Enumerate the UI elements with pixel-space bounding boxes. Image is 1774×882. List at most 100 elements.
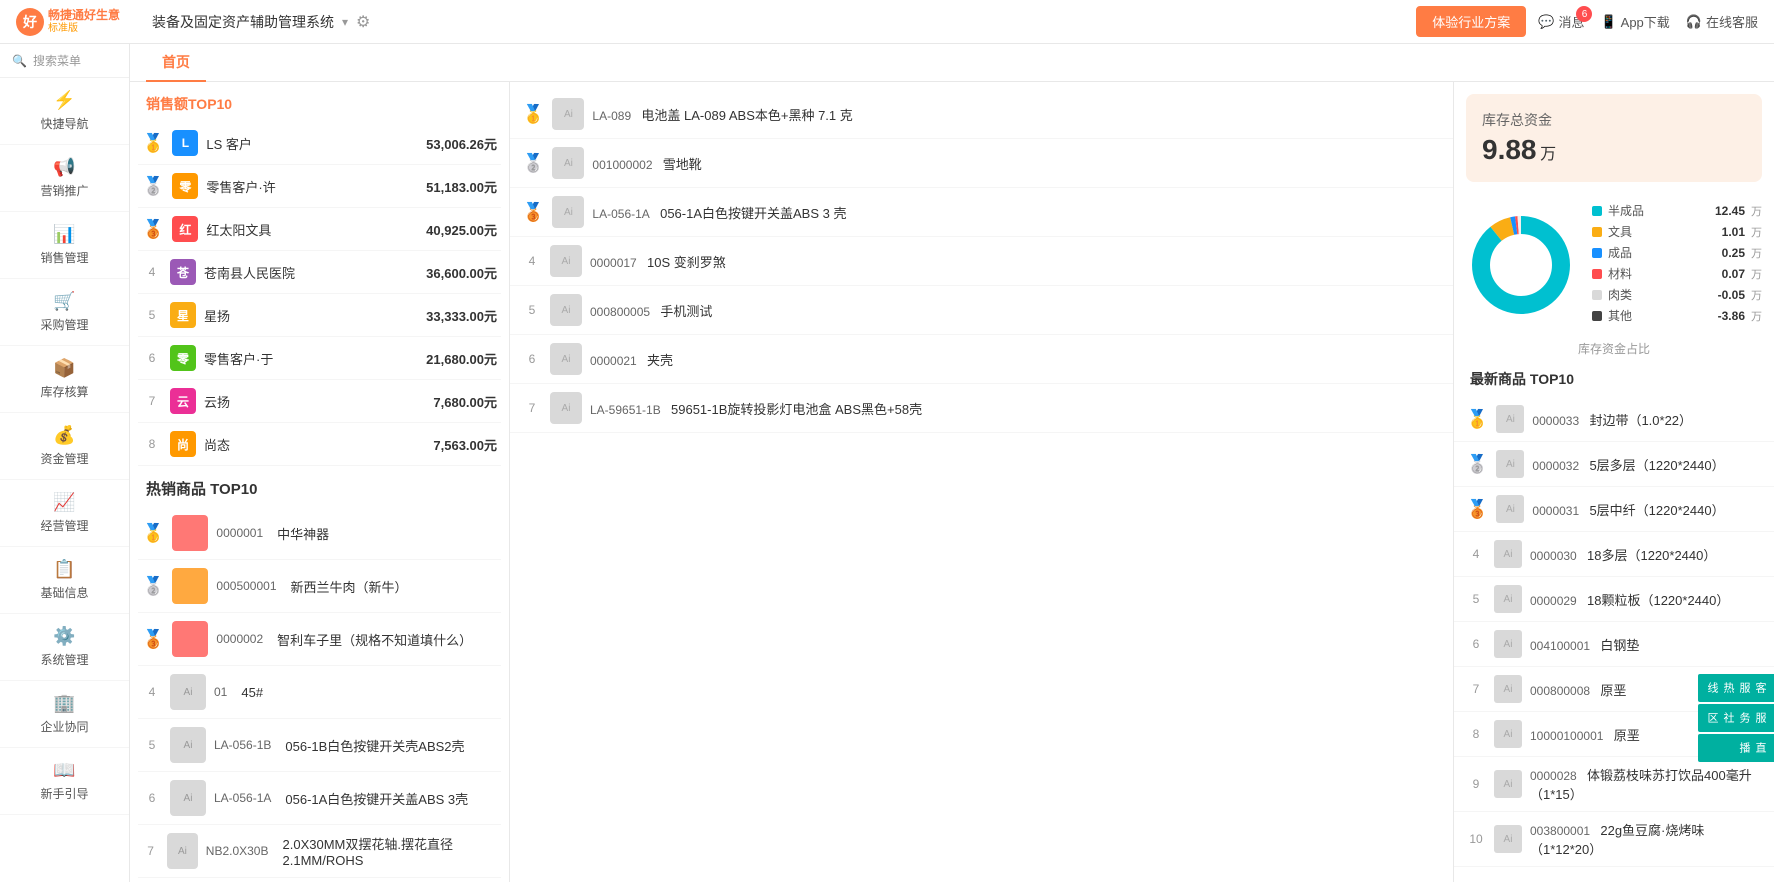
product-code: 0000029 (1530, 594, 1583, 608)
hot-product-item: 🥉 0000002 智利车子里（规格不知道填什么） (138, 613, 501, 666)
medal-icon: 🥉 (522, 202, 544, 223)
product-info: LA-056-1A 056-1A白色按键开关盖ABS 3 壳 (592, 203, 1441, 222)
product-name: 白钢垫 (1600, 638, 1639, 653)
product-code: 01 (214, 685, 227, 699)
inventory-label: 库存核算 (40, 383, 88, 400)
medal-icon: 🥇 (142, 523, 164, 544)
hot-products-header: 热销商品 TOP10 (130, 466, 509, 507)
customer-name: LS 客户 (206, 134, 418, 153)
product-code: LA-056-1B (214, 738, 271, 752)
app-download-button[interactable]: 📱 App下载 (1600, 12, 1669, 31)
product-name: 手机测试 (660, 304, 712, 319)
product-name: 新西兰牛肉（新牛） (291, 577, 408, 596)
customer-rank: 4 (142, 265, 162, 279)
product-name: 45# (241, 685, 263, 700)
sidebar-item-system[interactable]: ⚙️ 系统管理 (0, 614, 129, 681)
product-code: LA-056-1A (592, 207, 656, 221)
corp-label: 企业协同 (40, 718, 88, 735)
live-stream-button[interactable]: 直播 (1698, 734, 1774, 762)
sidebar-item-marketing[interactable]: 📢 营销推广 (0, 145, 129, 212)
top-sale-item: 6 Ai 0000021 夹壳 (510, 335, 1453, 384)
medal-icon: 🥇 (522, 104, 544, 125)
legend-value: 0.07 (1722, 267, 1745, 281)
product-name: 10S 变刹罗煞 (647, 255, 726, 270)
legend-label: 材料 (1608, 265, 1716, 282)
system-name: 装备及固定资产辅助管理系统 (152, 12, 334, 32)
product-info: 001000002 雪地靴 (592, 154, 1441, 173)
trial-button[interactable]: 体验行业方案 (1416, 6, 1526, 37)
product-code: 004100001 (1530, 639, 1597, 653)
product-rank: 4 (522, 254, 542, 268)
sidebar-item-quick-nav[interactable]: ⚡ 快捷导航 (0, 78, 129, 145)
system-arrow-icon[interactable]: ▾ (342, 15, 348, 29)
sidebar-item-corp[interactable]: 🏢 企业协同 (0, 681, 129, 748)
product-code: 0000033 (1532, 414, 1585, 428)
product-info: 0000029 18颗粒板（1220*2440） (1530, 590, 1762, 609)
customer-rank: 7 (142, 394, 162, 408)
product-code: 000800005 (590, 305, 657, 319)
product-image: Ai (1494, 675, 1522, 703)
product-image-placeholder: Ai (167, 833, 198, 869)
product-info: 0000030 18多层（1220*2440） (1530, 545, 1762, 564)
sidebar-item-purchase[interactable]: 🛒 采购管理 (0, 279, 129, 346)
sidebar-item-basic[interactable]: 📋 基础信息 (0, 547, 129, 614)
legend-item: 半成品 12.45 万 (1592, 202, 1762, 219)
inventory-card: 库存总资金 9.88 万 (1466, 94, 1762, 182)
top-sale-item: 🥇 Ai LA-089 电池盖 LA-089 ABS本色+黑种 7.1 克 (510, 90, 1453, 139)
customer-item: 4 苍 苍南县人民医院 36,600.00元 (138, 251, 501, 294)
app-label: App下载 (1621, 12, 1670, 31)
customer-amount: 40,925.00元 (426, 220, 497, 239)
gear-icon[interactable]: ⚙ (356, 12, 370, 32)
product-name: 中华神器 (277, 524, 329, 543)
hot-product-item: 🥈 000500001 新西兰牛肉（新牛） (138, 560, 501, 613)
basic-label: 基础信息 (40, 584, 88, 601)
sidebar-item-guide[interactable]: 📖 新手引导 (0, 748, 129, 815)
product-name: 封边带（1.0*22） (1589, 413, 1692, 428)
product-image: Ai (550, 392, 582, 424)
sidebar-item-finance[interactable]: 💰 资金管理 (0, 413, 129, 480)
hot-product-item: 7 Ai NB2.0X30B 2.0X30MM双摆花轴.摆花直径2.1MM/RO… (138, 825, 501, 878)
product-rank: 7 (1466, 682, 1486, 696)
customer-service-hotline-button[interactable]: 客服热线 (1698, 674, 1774, 702)
quick-nav-label: 快捷导航 (40, 115, 88, 132)
customer-item: 7 云 云扬 7,680.00元 (138, 380, 501, 423)
medal-icon: 🥈 (1466, 454, 1488, 475)
message-button[interactable]: 💬 消息 6 (1538, 12, 1584, 31)
search-menu-bar[interactable]: 🔍 搜索菜单 (0, 44, 129, 78)
legend-value: 12.45 (1715, 204, 1745, 218)
legend-value: -3.86 (1718, 309, 1745, 323)
hot-products-title: 热销商品 TOP10 (146, 481, 257, 498)
hot-product-item: 🥇 0000001 中华神器 (138, 507, 501, 560)
legend-dot (1592, 227, 1602, 237)
product-image: Ai (1494, 770, 1522, 798)
top-sale-item: 🥉 Ai LA-056-1A 056-1A白色按键开关盖ABS 3 壳 (510, 188, 1453, 237)
product-name: 056-1A白色按键开关盖ABS 3壳 (285, 789, 468, 808)
right-column: 库存总资金 9.88 万 (1454, 82, 1774, 882)
product-info: 0000032 5层多层（1220*2440） (1532, 455, 1762, 474)
sidebar-item-sales[interactable]: 📊 销售管理 (0, 212, 129, 279)
new-products-list: 🥇 Ai 0000033 封边带（1.0*22） 🥈 Ai 0000032 5层… (1454, 397, 1774, 867)
corp-icon: 🏢 (53, 693, 75, 714)
service-community-button[interactable]: 服务社区 (1698, 704, 1774, 732)
online-service-button[interactable]: 🎧 在线客服 (1686, 12, 1758, 31)
product-image: Ai (1494, 540, 1522, 568)
new-product-item: 🥈 Ai 0000032 5层多层（1220*2440） (1454, 442, 1774, 487)
customer-name: 零售客户·于 (204, 349, 418, 368)
topbar-right: 💬 消息 6 📱 App下载 🎧 在线客服 (1538, 12, 1758, 31)
product-rank: 4 (142, 685, 162, 699)
product-rank: 5 (1466, 592, 1486, 606)
tab-home[interactable]: 首页 (146, 44, 206, 82)
product-code: 0000031 (1532, 504, 1585, 518)
customer-item: 🥈 零 零售客户·许 51,183.00元 (138, 165, 501, 208)
customer-name: 云扬 (204, 392, 425, 411)
logo-icon: 好 (16, 8, 44, 36)
sidebar-item-operation[interactable]: 📈 经营管理 (0, 480, 129, 547)
sidebar-item-inventory[interactable]: 📦 库存核算 (0, 346, 129, 413)
legend-value: 0.25 (1722, 246, 1745, 260)
message-icon: 💬 (1538, 14, 1554, 30)
top-sale-item: 7 Ai LA-59651-1B 59651-1B旋转投影灯电池盒 ABS黑色+… (510, 384, 1453, 433)
search-label: 搜索菜单 (33, 52, 81, 69)
legend-item: 文具 1.01 万 (1592, 223, 1762, 240)
product-name: 59651-1B旋转投影灯电池盒 ABS黑色+58壳 (671, 402, 922, 417)
product-image: Ai (1494, 720, 1522, 748)
